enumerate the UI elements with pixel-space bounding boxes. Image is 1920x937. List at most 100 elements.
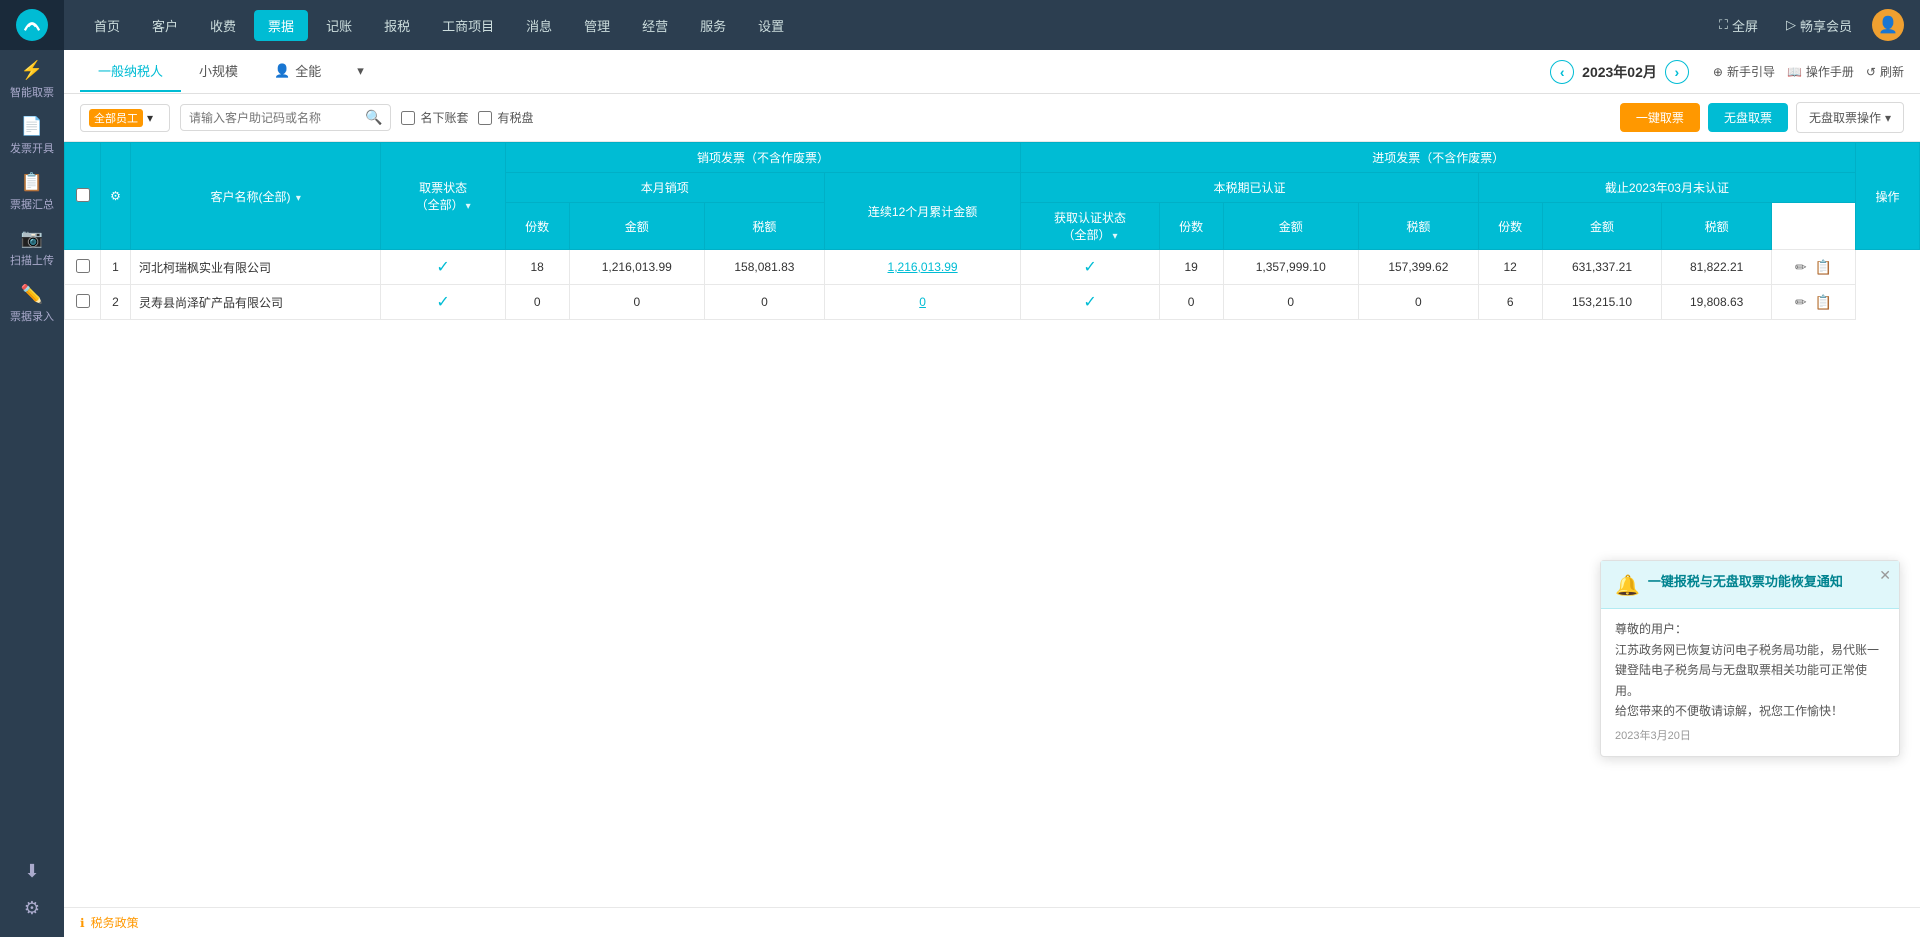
nav-tax[interactable]: 报税 xyxy=(370,10,424,41)
notification-close-btn[interactable]: ✕ xyxy=(1879,567,1891,584)
nav-message[interactable]: 消息 xyxy=(512,10,566,41)
tab-all[interactable]: 👤 全能 xyxy=(256,51,339,92)
one-click-fetch-button[interactable]: 一键取票 xyxy=(1620,103,1700,132)
employee-filter-chevron: ▾ xyxy=(147,111,153,125)
no-disk-ops-button[interactable]: 无盘取票操作 ▾ xyxy=(1796,102,1904,133)
notification-date: 2023年3月20日 xyxy=(1615,727,1885,746)
fullscreen-btn[interactable]: ⛶ 全屏 xyxy=(1711,12,1766,39)
th-purchase-period: 本税期已认证 xyxy=(1021,173,1478,203)
tab-small-scale[interactable]: 小规模 xyxy=(181,51,256,92)
row-edit-icon[interactable]: ✏ xyxy=(1795,294,1807,311)
sidebar-item-smart-fetch[interactable]: ⚡ 智能取票 xyxy=(0,50,64,106)
table-row: 1 河北柯瑞枫实业有限公司 ✓ 18 1,216,013.99 158,081.… xyxy=(65,250,1920,285)
th-fetch-status: 取票状态（全部）▾ xyxy=(381,143,505,250)
nav-bookkeeping[interactable]: 记账 xyxy=(312,10,366,41)
content-area: 一般纳税人 小规模 👤 全能 ▾ ‹ 2023年02月 › ⊕ 新手引导 xyxy=(64,50,1920,937)
row-fetch-status: ✓ xyxy=(381,285,505,320)
sidebar-label-data-entry: 票据录入 xyxy=(10,308,54,324)
employee-filter[interactable]: 全部员工 ▾ xyxy=(80,104,170,132)
refresh-link[interactable]: ↺ 刷新 xyxy=(1866,63,1904,80)
sidebar-item-invoice-summary[interactable]: 📋 票据汇总 xyxy=(0,162,64,218)
row-checkbox-cell[interactable] xyxy=(65,250,101,285)
row-sales-amount: 1,216,013.99 xyxy=(569,250,704,285)
sub-account-checkbox[interactable] xyxy=(401,111,415,125)
notification-header: 🔔 一键报税与无盘取票功能恢复通知 ✕ xyxy=(1601,561,1899,609)
row-actions: ✏ 📋 xyxy=(1771,250,1855,285)
row-customer-name: 灵寿县尚泽矿产品有限公司 xyxy=(131,285,381,320)
smart-fetch-icon: ⚡ xyxy=(21,60,43,81)
new-guide-link[interactable]: ⊕ 新手引导 xyxy=(1713,63,1775,80)
row-customer-name: 河北柯瑞枫实业有限公司 xyxy=(131,250,381,285)
sidebar-settings-btn[interactable]: ⚙ xyxy=(0,890,64,927)
notification-apology: 给您带来的不便敬请谅解，祝您工作愉快！ xyxy=(1615,701,1885,721)
th-checkbox xyxy=(65,143,101,250)
th-purchase-count: 份数 xyxy=(1159,203,1223,250)
row-purchase-count: 0 xyxy=(1159,285,1223,320)
row-sales-tax: 0 xyxy=(704,285,824,320)
refresh-icon: ↺ xyxy=(1866,65,1876,79)
has-tax-pan-checkbox[interactable] xyxy=(478,111,492,125)
sidebar-download-btn[interactable]: ⬇ xyxy=(0,853,64,890)
nav-home[interactable]: 首页 xyxy=(80,10,134,41)
nav-service[interactable]: 服务 xyxy=(686,10,740,41)
nav-business[interactable]: 工商项目 xyxy=(428,10,508,41)
row-edit-icon[interactable]: ✏ xyxy=(1795,259,1807,276)
sidebar-label-smart-fetch: 智能取票 xyxy=(10,84,54,100)
nav-manage[interactable]: 管理 xyxy=(570,10,624,41)
tab-more-btn[interactable]: ▾ xyxy=(339,53,382,91)
search-icon[interactable]: 🔍 xyxy=(365,109,382,126)
row-view-icon[interactable]: 📋 xyxy=(1815,294,1832,311)
th-purchase-group: 进项发票（不含作废票） xyxy=(1021,143,1856,173)
nav-collection[interactable]: 收费 xyxy=(196,10,250,41)
notification-popup: 🔔 一键报税与无盘取票功能恢复通知 ✕ 尊敬的用户： 江苏政务网已恢复访问电子税… xyxy=(1600,560,1900,757)
avatar[interactable]: 👤 xyxy=(1872,9,1904,41)
sidebar-bottom: ⬇ ⚙ xyxy=(0,853,64,937)
toolbar: 全部员工 ▾ 🔍 名下账套 有税盘 一键取票 无盘取票 无盘取票操作 ▾ xyxy=(64,94,1920,142)
next-month-btn[interactable]: › xyxy=(1665,60,1689,84)
row-checkbox[interactable] xyxy=(76,259,90,273)
sidebar-item-data-entry[interactable]: ✏️ 票据录入 xyxy=(0,274,64,330)
nav-settings[interactable]: 设置 xyxy=(744,10,798,41)
nav-right: ⛶ 全屏 ▷ 畅享会员 👤 xyxy=(1711,9,1904,41)
nav-operation[interactable]: 经营 xyxy=(628,10,682,41)
has-tax-pan-checkbox-label[interactable]: 有税盘 xyxy=(478,109,533,126)
manual-link[interactable]: 📖 操作手册 xyxy=(1787,63,1854,80)
row-checkbox[interactable] xyxy=(76,294,90,308)
th-sales-tax: 税额 xyxy=(704,203,824,250)
notification-title: 一键报税与无盘取票功能恢复通知 xyxy=(1648,571,1843,590)
nav-invoice[interactable]: 票据 xyxy=(254,10,308,41)
fullscreen-icon: ⛶ xyxy=(1719,17,1728,33)
no-disk-fetch-button[interactable]: 无盘取票 xyxy=(1708,103,1788,132)
row-deadline-amount: 631,337.21 xyxy=(1542,250,1662,285)
search-input[interactable] xyxy=(189,111,359,125)
member-btn[interactable]: ▷ 畅享会员 xyxy=(1778,12,1860,39)
nav-customer[interactable]: 客户 xyxy=(138,10,192,41)
tax-policy-link[interactable]: 税务政策 xyxy=(91,914,139,931)
scan-upload-icon: 📷 xyxy=(21,228,43,249)
month-navigation: ‹ 2023年02月 › ⊕ 新手引导 📖 操作手册 ↺ 刷新 xyxy=(1550,60,1904,84)
sub-account-checkbox-label[interactable]: 名下账套 xyxy=(401,109,468,126)
row-sales-amount: 0 xyxy=(569,285,704,320)
chevron-down-icon: ▾ xyxy=(357,63,364,79)
prev-month-btn[interactable]: ‹ xyxy=(1550,60,1574,84)
sidebar-item-issue-invoice[interactable]: 📄 发票开具 xyxy=(0,106,64,162)
sidebar-item-scan-upload[interactable]: 📷 扫描上传 xyxy=(0,218,64,274)
th-cert-status: 获取认证状态（全部）▾ xyxy=(1021,203,1159,250)
tab-bar: 一般纳税人 小规模 👤 全能 ▾ ‹ 2023年02月 › ⊕ 新手引导 xyxy=(64,50,1920,94)
month-nav: ‹ 2023年02月 › xyxy=(1550,60,1689,84)
search-wrap: 🔍 xyxy=(180,104,391,131)
tab-actions: ⊕ 新手引导 📖 操作手册 ↺ 刷新 xyxy=(1713,63,1904,80)
row-view-icon[interactable]: 📋 xyxy=(1815,259,1832,276)
row-purchase-count: 19 xyxy=(1159,250,1223,285)
row-checkbox-cell[interactable] xyxy=(65,285,101,320)
current-month: 2023年02月 xyxy=(1582,62,1657,82)
tab-general-taxpayer[interactable]: 一般纳税人 xyxy=(80,51,181,92)
notification-body: 尊敬的用户： 江苏政务网已恢复访问电子税务局功能，易代账一键登陆电子税务局与无盘… xyxy=(1601,609,1899,756)
select-all-checkbox[interactable] xyxy=(76,188,90,202)
invoice-summary-icon: 📋 xyxy=(21,172,43,193)
th-purchase-amount: 金额 xyxy=(1223,203,1358,250)
main-area: 首页 客户 收费 票据 记账 报税 工商项目 消息 管理 经营 服务 设置 ⛶ … xyxy=(64,0,1920,937)
row-cert-status: ✓ xyxy=(1021,250,1159,285)
row-sales-count: 18 xyxy=(505,250,569,285)
row-purchase-amount: 0 xyxy=(1223,285,1358,320)
